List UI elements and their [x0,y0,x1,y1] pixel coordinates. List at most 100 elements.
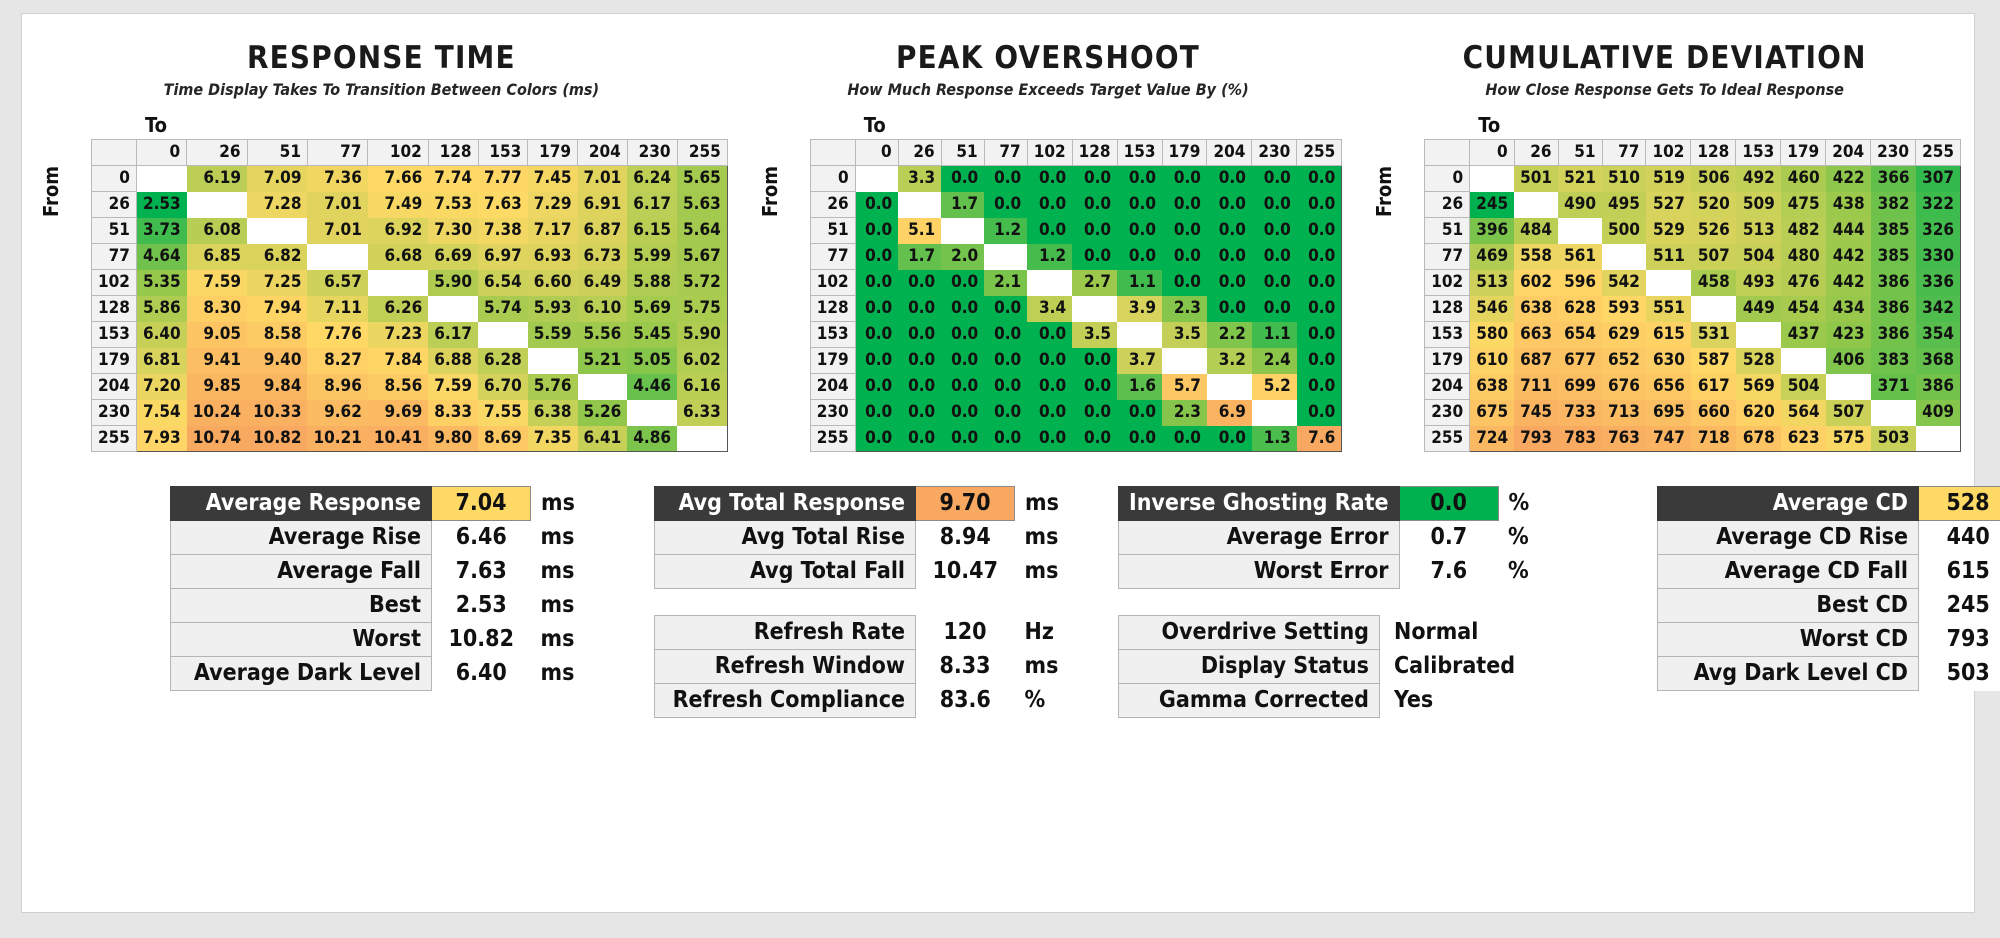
matrix-cell: 0.0 [1072,243,1118,270]
summary-table-cd: Average CD 528 Average CD Rise 440 Average C… [1657,486,2000,691]
matrix-row: 179 6.81 9.41 9.40 8.27 7.84 6.88 6.28 5.21 5.05… [91,347,728,374]
matrix-cell: 2.0 [941,243,985,270]
matrix-cell: 629 [1602,321,1646,348]
matrix-row-header: 51 [809,217,856,244]
matrix-cell [677,425,728,452]
matrix-cell: 0.0 [855,217,899,244]
matrix-cell: 0.0 [984,191,1028,218]
matrix-cell: 0.0 [1206,165,1252,192]
matrix-cell: 5.90 [428,269,478,296]
matrix-col-header: 102 [1026,139,1073,166]
matrix-cell: 8.56 [367,373,429,400]
matrix-row: 0 501 521 510 519 506 492 460 422 366 307 [1424,165,1961,192]
matrix-cell: 687 [1514,347,1559,374]
matrix-cell: 423 [1825,321,1871,348]
matrix-cell: 7.01 [307,191,368,218]
matrix-cell: 0.0 [1162,425,1207,452]
matrix-cell [577,373,628,400]
matrix-cell: 9.05 [186,321,248,348]
matrix-cell: 0.0 [1206,425,1252,452]
matrix-cell: 5.93 [527,295,578,322]
matrix-cell [1117,321,1162,348]
summary-group-refresh: Refresh Rate 120 Hz Refresh Window 8.33 ms Ref… [654,615,1080,718]
matrix-row: 230 0.0 0.0 0.0 0.0 0.0 0.0 0.0 2.3 6.9 0.0 [809,399,1342,426]
matrix-row: 77 4.64 6.85 6.82 6.68 6.69 6.97 6.93 6.73 5.99 5… [91,243,728,270]
matrix-cell: 5.45 [627,321,677,348]
matrix-cell: 580 [1469,321,1515,348]
axis-label-to-1: To [863,113,886,137]
matrix-cell: 0.0 [898,295,942,322]
matrix-row-header: 128 [1424,295,1471,322]
summary-value: 440 [1918,520,2000,555]
summary-group-ghosting: Inverse Ghosting Rate 0.0% Average Error 0.… [1118,486,1619,589]
matrix-cell: 6.33 [677,399,728,426]
matrix-cell: 0.0 [1072,191,1118,218]
matrix-row-header: 230 [91,399,137,426]
matrix-cell: 386 [1870,321,1916,348]
matrix-corner [91,139,137,166]
matrix-cell: 7.11 [307,295,368,322]
matrix-col-header: 153 [1735,139,1782,166]
summary-unit [1554,683,1619,718]
matrix-col-header: 77 [1601,139,1647,166]
matrix-cell: 0.0 [1251,295,1297,322]
matrix-cell: 386 [1870,295,1916,322]
matrix-cell: 7.76 [307,321,368,348]
matrix-cell: 5.26 [577,399,628,426]
matrix-cell: 6.68 [367,243,429,270]
panel-title-peak-overshoot: PEAK OVERSHOOT [895,40,1201,76]
matrix-cell: 495 [1602,191,1646,218]
matrix-cell: 7.01 [577,165,628,192]
matrix-row: 51 0.0 5.1 1.2 0.0 0.0 0.0 0.0 0.0 0.0 0.0 [809,217,1342,244]
matrix-cell: 5.67 [677,243,728,270]
matrix-cell: 5.76 [527,373,578,400]
matrix-cell: 7.29 [527,191,578,218]
matrix-cell: 3.5 [1072,321,1118,348]
matrix-cell: 6.88 [428,347,478,374]
summary-group-cd: Average CD 528 Average CD Rise 440 Average C… [1657,486,2000,691]
panel-title-response-time: RESPONSE TIME [246,40,516,76]
matrix-col-header: 0 [854,139,899,166]
matrix-corner [1424,139,1471,166]
matrix-col-header: 204 [577,139,628,166]
matrix-row: 77 0.0 1.7 2.0 1.2 0.0 0.0 0.0 0.0 0.0 0.0 [809,243,1342,270]
matrix-cell: 5.35 [136,269,187,296]
matrix-cell: 509 [1735,191,1781,218]
matrix-cell: 0.0 [1206,269,1252,296]
matrix-cell: 0.0 [1296,217,1342,244]
matrix-cell: 0.0 [1117,399,1162,426]
matrix-cell: 449 [1735,295,1781,322]
matrix-cell: 0.0 [941,165,985,192]
matrix-row-header: 179 [809,347,856,374]
matrix-cell: 386 [1870,269,1916,296]
matrix-cell: 4.46 [627,373,677,400]
matrix-cell: 458 [1690,269,1736,296]
matrix-cell: 5.64 [677,217,728,244]
matrix-cell: 6.73 [577,243,628,270]
axis-label-from-2: From [1372,165,1397,217]
matrix-cell: 0.0 [855,425,899,452]
matrix-cell: 5.99 [627,243,677,270]
matrix-cell: 330 [1915,243,1961,270]
summary-value: 615 [1918,554,2000,589]
matrix-col-header: 0 [1469,139,1515,166]
matrix-cell: 6.85 [186,243,248,270]
summary-unit [1554,615,1619,650]
matrix-cell: 6.17 [627,191,677,218]
matrix-cell: 2.2 [1206,321,1252,348]
matrix-cell: 9.84 [247,373,308,400]
matrix-cell: 0.0 [1251,165,1297,192]
matrix-cell: 8.96 [307,373,368,400]
matrix-row-header: 26 [91,191,137,218]
matrix-cell: 0.0 [1296,191,1342,218]
matrix-wrap-response-time: To From 0 26 51 77 102 128 153 179 204 230 255 0 6.… [35,113,728,452]
matrix-cell: 1.7 [898,243,942,270]
matrix-col-header: 26 [1513,139,1559,166]
matrix-col-header: 26 [186,139,248,166]
matrix-cell: 0.0 [898,269,942,296]
matrix-cell: 0.0 [941,425,985,452]
summary-value: 8.33 [915,649,1015,684]
matrix-cell: 7.55 [478,399,528,426]
matrix-cell: 6.24 [627,165,677,192]
matrix-cell [1780,347,1826,374]
